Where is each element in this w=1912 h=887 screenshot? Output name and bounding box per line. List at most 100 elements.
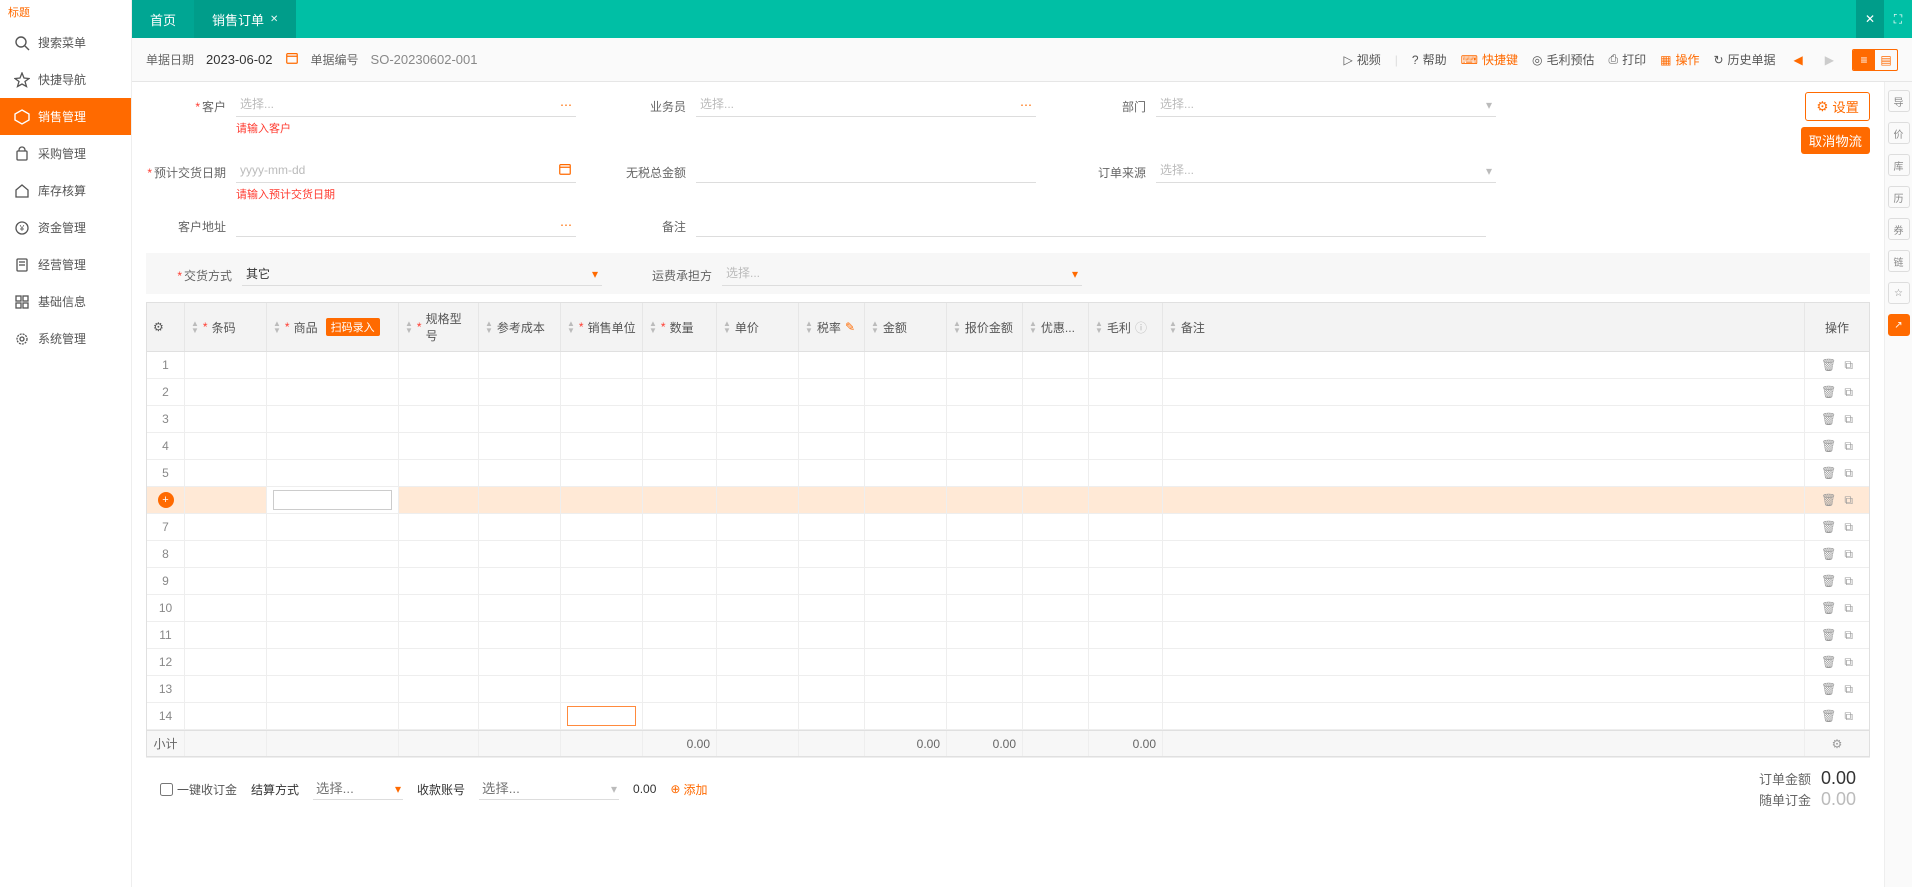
table-row[interactable]: 7🗑⧉ [147,514,1869,541]
copy-row-icon[interactable]: ⧉ [1844,358,1853,373]
table-row[interactable]: 8🗑⧉ [147,541,1869,568]
tab-home[interactable]: 首页 [132,0,194,38]
copy-row-icon[interactable]: ⧉ [1844,520,1853,535]
delete-row-icon[interactable]: 🗑 [1821,358,1836,373]
sidebar-item-system[interactable]: 系统管理 [0,320,131,357]
table-row[interactable]: +🗑⧉ [147,487,1869,514]
copy-row-icon[interactable]: ⧉ [1844,466,1853,481]
sidebar-item-sales[interactable]: 销售管理 [0,98,131,135]
col-discount[interactable]: ▲▼优惠... [1023,303,1089,351]
copy-row-icon[interactable]: ⧉ [1844,628,1853,643]
delete-row-icon[interactable]: 🗑 [1821,628,1836,643]
shortcut-link[interactable]: ⌨快捷键 [1461,51,1518,68]
table-row[interactable]: 9🗑⧉ [147,568,1869,595]
order-source-input[interactable] [1156,158,1496,183]
delete-row-icon[interactable]: 🗑 [1821,709,1836,724]
rail-item-4[interactable]: 券 [1888,218,1910,240]
gear-icon[interactable]: ⚙ [1832,737,1843,751]
copy-row-icon[interactable]: ⧉ [1844,547,1853,562]
print-link[interactable]: ⎙打印 [1608,51,1646,68]
sidebar-item-purchase[interactable]: 采购管理 [0,135,131,172]
chevron-down-icon[interactable]: ▾ [592,267,598,281]
col-product[interactable]: ▲▼*商品扫码录入 [267,303,399,351]
rail-item-3[interactable]: 历 [1888,186,1910,208]
sidebar-item-search[interactable]: 搜索菜单 [0,24,131,61]
expected-date-input[interactable] [236,158,576,183]
settle-method-select[interactable] [313,778,403,800]
calendar-icon[interactable] [285,51,299,68]
table-row[interactable]: 10🗑⧉ [147,595,1869,622]
tab-sales-order[interactable]: 销售订单 ✕ [194,0,296,38]
copy-row-icon[interactable]: ⧉ [1844,493,1853,508]
gross-est-link[interactable]: ◎毛利预估 [1532,51,1595,68]
customer-address-input[interactable] [236,212,576,237]
tabbar-close-button[interactable]: ✕ [1856,0,1884,38]
expand-icon[interactable]: ⛶ [1884,0,1912,38]
table-row[interactable]: 5🗑⧉ [147,460,1869,487]
delete-row-icon[interactable]: 🗑 [1821,412,1836,427]
rail-item-0[interactable]: 导 [1888,90,1910,112]
cancel-logistics-button[interactable]: 取消物流 [1801,127,1870,154]
chevron-down-icon[interactable]: ▾ [1072,267,1078,281]
settings-button[interactable]: ⚙设置 [1805,92,1870,121]
delete-row-icon[interactable]: 🗑 [1821,682,1836,697]
lookup-icon[interactable]: ⋯ [560,98,572,112]
sidebar-item-business[interactable]: 经营管理 [0,246,131,283]
doc-date-value[interactable]: 2023-06-02 [206,52,273,67]
delete-row-icon[interactable]: 🗑 [1821,574,1836,589]
rail-item-2[interactable]: 库 [1888,154,1910,176]
delete-row-icon[interactable]: 🗑 [1821,466,1836,481]
col-quote-amount[interactable]: ▲▼报价金额 [947,303,1023,351]
delete-row-icon[interactable]: 🗑 [1821,601,1836,616]
copy-row-icon[interactable]: ⧉ [1844,682,1853,697]
copy-row-icon[interactable]: ⧉ [1844,655,1853,670]
copy-row-icon[interactable]: ⧉ [1844,412,1853,427]
rail-item-6[interactable]: ☆ [1888,282,1910,304]
col-amount[interactable]: ▲▼金额 [865,303,947,351]
scan-badge[interactable]: 扫码录入 [326,318,380,336]
copy-row-icon[interactable]: ⧉ [1844,601,1853,616]
col-qty[interactable]: ▲▼*数量 [643,303,717,351]
table-row[interactable]: 1🗑⧉ [147,352,1869,379]
close-icon[interactable]: ✕ [270,14,278,25]
delete-row-icon[interactable]: 🗑 [1821,547,1836,562]
table-row[interactable]: 11🗑⧉ [147,622,1869,649]
table-row[interactable]: 3🗑⧉ [147,406,1869,433]
account-select[interactable] [479,778,619,800]
video-link[interactable]: ▷视频 [1344,51,1381,68]
delete-row-icon[interactable]: 🗑 [1821,655,1836,670]
lookup-icon[interactable]: ⋯ [560,218,572,232]
product-cell-input[interactable] [273,490,392,510]
view-list-button[interactable]: ≡ [1853,50,1875,70]
chevron-down-icon[interactable]: ▾ [1486,164,1492,178]
col-barcode[interactable]: ▲▼*条码 [185,303,267,351]
remark-input[interactable] [696,212,1486,237]
col-price[interactable]: ▲▼单价 [717,303,799,351]
copy-row-icon[interactable]: ⧉ [1844,439,1853,454]
rail-item-1[interactable]: 价 [1888,122,1910,144]
help-link[interactable]: ?帮助 [1412,51,1447,68]
col-config[interactable]: ⚙ [147,303,185,351]
copy-row-icon[interactable]: ⧉ [1844,709,1853,724]
calendar-icon[interactable] [558,162,572,179]
edit-icon[interactable]: ✎ [845,320,855,334]
delete-row-icon[interactable]: 🗑 [1821,385,1836,400]
freight-bearer-input[interactable] [722,261,1082,286]
col-spec[interactable]: ▲▼*规格型号 [399,303,479,351]
rail-item-5[interactable]: 链 [1888,250,1910,272]
sidebar-item-funds[interactable]: ¥ 资金管理 [0,209,131,246]
history-link[interactable]: ↻历史单据 [1713,51,1775,68]
table-row[interactable]: 12🗑⧉ [147,649,1869,676]
help-icon[interactable]: ⓘ [1135,319,1147,336]
col-tax[interactable]: ▲▼税率✎ [799,303,865,351]
delete-row-icon[interactable]: 🗑 [1821,439,1836,454]
next-doc-button[interactable]: ▶ [1821,53,1838,67]
sidebar-item-inventory[interactable]: 库存核算 [0,172,131,209]
chevron-down-icon[interactable]: ▾ [611,782,617,796]
rail-item-7[interactable]: ↗ [1888,314,1910,336]
table-row[interactable]: 2🗑⧉ [147,379,1869,406]
chevron-down-icon[interactable]: ▾ [1486,98,1492,112]
add-payment-button[interactable]: ⊕添加 [670,781,707,798]
col-ref-cost[interactable]: ▲▼参考成本 [479,303,561,351]
department-input[interactable] [1156,92,1496,117]
